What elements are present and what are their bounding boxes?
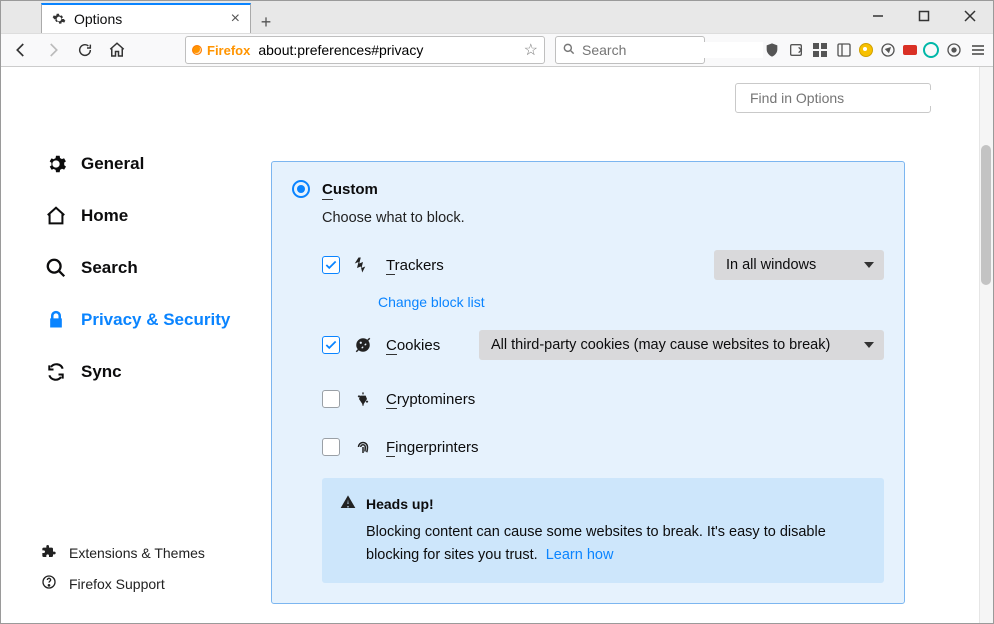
shield-icon[interactable] xyxy=(763,41,781,59)
home-button[interactable] xyxy=(103,36,131,64)
lock-icon xyxy=(45,309,67,331)
link-change-block-list[interactable]: Change block list xyxy=(378,294,884,310)
window-controls xyxy=(855,1,993,33)
help-icon xyxy=(41,574,57,593)
footer-label: Extensions & Themes xyxy=(69,545,205,561)
cookies-label: Cookies xyxy=(386,337,440,354)
sidebar-link-extensions[interactable]: Extensions & Themes xyxy=(41,543,205,562)
sidebar-item-sync[interactable]: Sync xyxy=(41,353,261,391)
chevron-down-icon xyxy=(864,262,874,268)
ext-icon-3[interactable] xyxy=(945,41,963,59)
home-icon xyxy=(45,205,67,227)
ext-icon-teal[interactable] xyxy=(923,42,939,58)
identity-box[interactable]: Firefox xyxy=(192,43,250,58)
sidebar-item-home[interactable]: Home xyxy=(41,197,261,235)
puzzle-icon xyxy=(41,543,57,562)
search-bar[interactable] xyxy=(555,36,705,64)
compass-icon[interactable] xyxy=(879,41,897,59)
sidebar-item-label: Privacy & Security xyxy=(81,310,230,330)
sidebar-item-general[interactable]: General xyxy=(41,145,261,183)
cookies-icon xyxy=(354,336,372,354)
cryptominers-icon xyxy=(354,390,372,408)
chevron-down-icon xyxy=(864,342,874,348)
bookmark-star-icon[interactable]: ☆ xyxy=(524,40,538,60)
tabstrip: Options × + xyxy=(1,1,281,33)
notice-box: Heads up! Blocking content can cause som… xyxy=(322,478,884,583)
fingerprint-icon xyxy=(354,438,372,456)
back-button[interactable] xyxy=(7,36,35,64)
sidebar-item-label: Home xyxy=(81,206,128,226)
checkbox-cryptominers[interactable] xyxy=(322,390,340,408)
select-cookies-policy[interactable]: All third-party cookies (may cause websi… xyxy=(479,330,884,360)
scrollbar[interactable] xyxy=(979,67,993,623)
search-icon xyxy=(45,257,67,279)
option-cryptominers: Cryptominers xyxy=(292,382,884,416)
select-trackers-scope[interactable]: In all windows xyxy=(714,250,884,280)
nav-toolbar: Firefox ☆ xyxy=(1,33,993,67)
ext-icon-1[interactable] xyxy=(787,41,805,59)
url-bar[interactable]: Firefox ☆ xyxy=(185,36,545,64)
tab-title: Options xyxy=(74,11,122,27)
identity-label: Firefox xyxy=(207,43,250,58)
firefox-icon xyxy=(192,45,202,55)
option-cookies: Cookies All third-party cookies (may cau… xyxy=(292,322,884,368)
ext-icon-amber[interactable] xyxy=(859,43,873,57)
main-content: Custom Choose what to block. Trackers xyxy=(261,85,945,623)
warning-icon xyxy=(340,494,356,513)
notice-heading: Heads up! xyxy=(366,496,434,512)
reload-button[interactable] xyxy=(71,36,99,64)
option-fingerprinters: Fingerprinters xyxy=(292,430,884,464)
find-in-options[interactable] xyxy=(735,83,931,113)
find-input[interactable] xyxy=(750,90,931,106)
ext-icon-red[interactable] xyxy=(903,45,917,55)
sidebar-item-label: Sync xyxy=(81,362,122,382)
menu-icon[interactable] xyxy=(969,41,987,59)
forward-button[interactable] xyxy=(39,36,67,64)
gear-icon xyxy=(52,12,66,26)
close-icon[interactable]: × xyxy=(231,10,240,28)
sidebar-item-privacy[interactable]: Privacy & Security xyxy=(41,301,261,339)
maximize-button[interactable] xyxy=(901,1,947,31)
sidebar-link-support[interactable]: Firefox Support xyxy=(41,574,205,593)
sidebar-item-search[interactable]: Search xyxy=(41,249,261,287)
gear-icon xyxy=(45,153,67,175)
preferences-sidebar: General Home Search Privacy & Secur xyxy=(41,85,261,623)
toolbar-extensions xyxy=(763,41,987,59)
search-icon xyxy=(562,42,576,59)
panel-lead: Choose what to block. xyxy=(322,210,884,226)
checkbox-trackers[interactable] xyxy=(322,256,340,274)
radio-label: Custom xyxy=(322,181,378,198)
option-trackers: Trackers In all windows xyxy=(292,242,884,288)
sidebar-item-label: General xyxy=(81,154,144,174)
ext-icon-2[interactable] xyxy=(811,41,829,59)
trackers-label: Trackers xyxy=(386,257,444,274)
custom-blocking-panel: Custom Choose what to block. Trackers xyxy=(271,161,905,604)
close-window-button[interactable] xyxy=(947,1,993,31)
new-tab-button[interactable]: + xyxy=(251,12,281,33)
checkbox-cookies[interactable] xyxy=(322,336,340,354)
radio-custom[interactable] xyxy=(292,180,310,198)
reader-icon[interactable] xyxy=(835,41,853,59)
search-input[interactable] xyxy=(582,42,763,58)
minimize-button[interactable] xyxy=(855,1,901,31)
sidebar-item-label: Search xyxy=(81,258,138,278)
scrollbar-handle[interactable] xyxy=(981,145,991,285)
footer-label: Firefox Support xyxy=(69,576,165,592)
tab-options[interactable]: Options × xyxy=(41,3,251,33)
link-learn-how[interactable]: Learn how xyxy=(546,547,614,563)
fingerprinters-label: Fingerprinters xyxy=(386,439,479,456)
titlebar: Options × + xyxy=(1,1,993,33)
sync-icon xyxy=(45,361,67,383)
cryptominers-label: Cryptominers xyxy=(386,391,475,408)
trackers-icon xyxy=(354,256,372,274)
url-input[interactable] xyxy=(258,42,515,58)
checkbox-fingerprinters[interactable] xyxy=(322,438,340,456)
